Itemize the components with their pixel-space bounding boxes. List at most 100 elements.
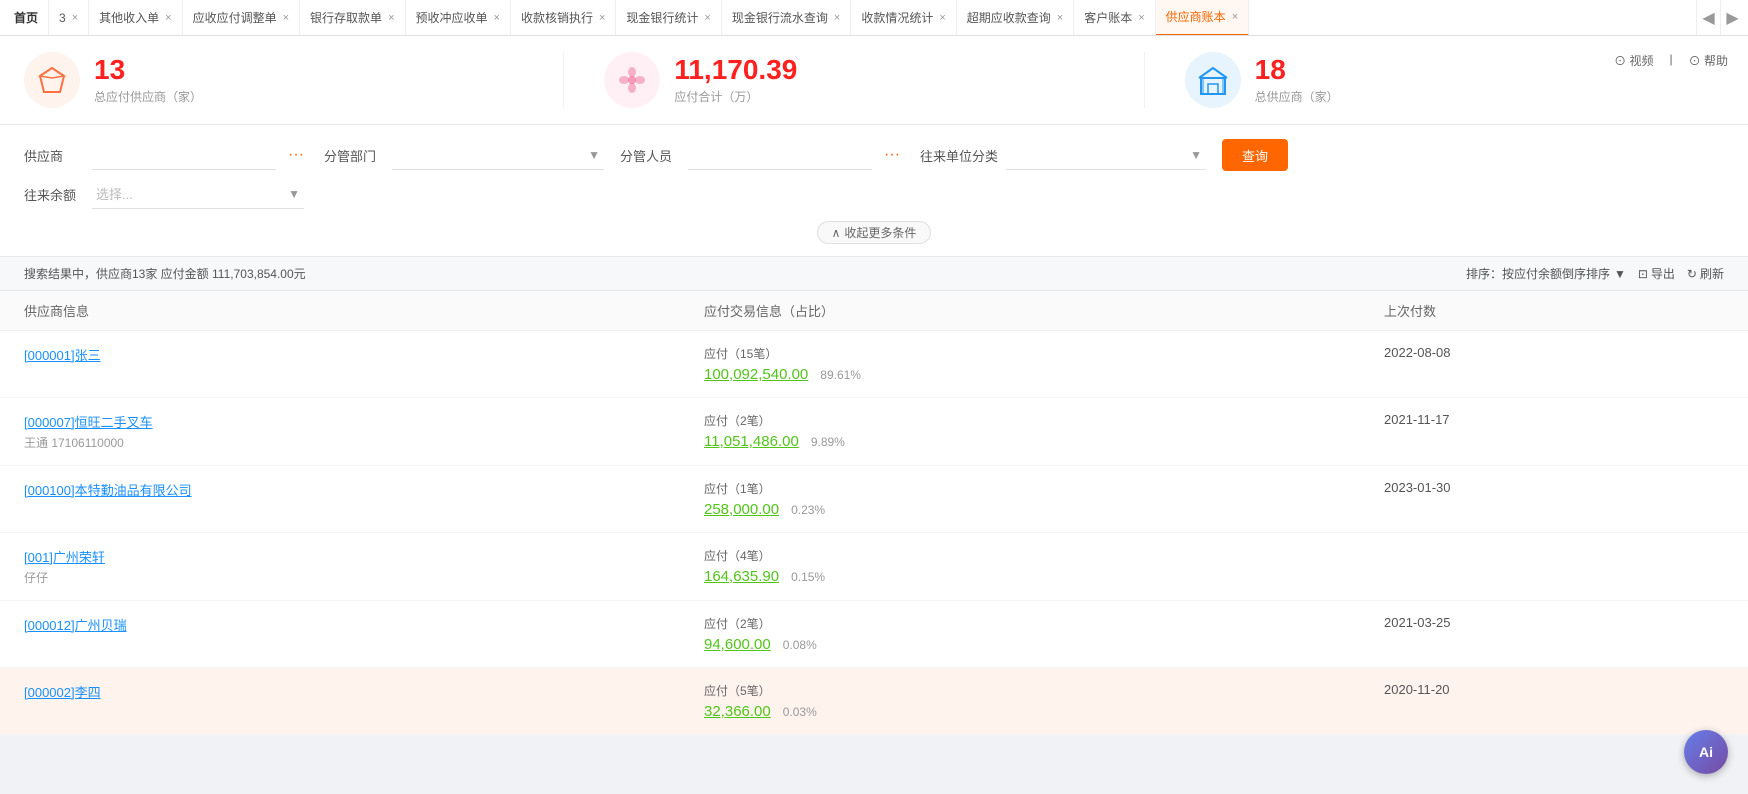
nav-tab-3[interactable]: 3 ×	[49, 0, 89, 36]
nav-tab-other-income[interactable]: 其他收入单 ×	[89, 0, 182, 36]
balance-select[interactable]: 选择... ▼	[92, 179, 304, 209]
sort-select[interactable]: 排序：按应付余额倒序排序 ▼	[1466, 265, 1626, 282]
export-button[interactable]: ⊡ 导出	[1638, 265, 1675, 282]
supplier-input[interactable]	[92, 140, 276, 170]
nav-tab-customer-ledger[interactable]: 客户账本 ×	[1074, 0, 1155, 36]
nav-tab-overdue[interactable]: 超期应收款查询 ×	[957, 0, 1074, 36]
query-button[interactable]: 查询	[1222, 139, 1288, 171]
nav-tab-prepay[interactable]: 预收冲应收单 ×	[406, 0, 511, 36]
tx-amount-1[interactable]: 11,051,486.00	[704, 433, 799, 450]
close-tab-customer-ledger[interactable]: ×	[1138, 12, 1144, 24]
close-tab-other-income[interactable]: ×	[165, 12, 171, 24]
dept-select[interactable]: ▼	[392, 140, 604, 170]
filter-category: 往来单位分类 ▼	[920, 140, 1206, 170]
nav-tab-bank[interactable]: 银行存取款单 ×	[300, 0, 405, 36]
supplier-name-3[interactable]: [001]广州荣轩	[24, 547, 704, 566]
tx-label-0: 应付（15笔）	[704, 345, 1384, 362]
nav-arrow-left[interactable]: ◀	[1696, 0, 1720, 36]
nav-tab-cash-bank-stat[interactable]: 现金银行统计 ×	[616, 0, 721, 36]
stat-label-suppliers: 总应付供应商（家）	[94, 88, 202, 105]
help-icon: ⊙	[1689, 54, 1701, 68]
category-chevron-icon: ▼	[1190, 148, 1202, 162]
nav-tab-receipt[interactable]: 收款核销执行 ×	[511, 0, 616, 36]
tx-amount-3[interactable]: 164,635.90	[704, 568, 779, 585]
dept-label: 分管部门	[324, 146, 384, 165]
stat-value-suppliers: 13	[94, 56, 202, 84]
close-tab-overdue[interactable]: ×	[1057, 12, 1063, 24]
nav-tab-home[interactable]: 首页	[4, 0, 49, 36]
dept-chevron-icon: ▼	[588, 148, 600, 162]
tx-amount-5[interactable]: 32,366.00	[704, 703, 771, 720]
table-container: 供应商信息 应付交易信息（占比） 上次付数 [000001]张三 应付（15笔）…	[0, 291, 1748, 735]
nav-tab-ar-ap[interactable]: 应收应付调整单 ×	[183, 0, 300, 36]
supplier-name-0[interactable]: [000001]张三	[24, 345, 704, 364]
close-tab-receipt[interactable]: ×	[599, 12, 605, 24]
stat-icon-diamond	[24, 52, 80, 108]
close-tab-prepay[interactable]: ×	[494, 12, 500, 24]
tx-percent-1: 9.89%	[811, 435, 845, 449]
tx-info-2: 应付（1笔） 258,000.00 0.23%	[704, 480, 1384, 518]
close-tab-cash-bank-stat[interactable]: ×	[704, 12, 710, 24]
tx-amount-0[interactable]: 100,092,540.00	[704, 366, 808, 383]
person-label: 分管人员	[620, 146, 680, 165]
collapse-icon: ∧	[832, 226, 841, 240]
supplier-name-5[interactable]: [000002]李四	[24, 682, 704, 701]
tx-label-3: 应付（4笔）	[704, 547, 1384, 564]
tx-amount-2[interactable]: 258,000.00	[704, 501, 779, 518]
last-pay-4: 2021-03-25	[1384, 615, 1724, 630]
supplier-name-4[interactable]: [000012]广州贝瑞	[24, 615, 704, 634]
help-link[interactable]: ⊙ 帮助	[1689, 52, 1728, 69]
export-icon: ⊡	[1638, 267, 1648, 281]
col-supplier-header: 供应商信息	[24, 301, 704, 320]
nav-tab-cash-flow[interactable]: 现金银行流水查询 ×	[722, 0, 851, 36]
tx-percent-4: 0.08%	[783, 638, 817, 652]
stat-block-total: 11,170.39 应付合计（万）	[564, 52, 1144, 108]
supplier-name-1[interactable]: [000007]恒旺二手叉车	[24, 412, 704, 431]
tx-info-3: 应付（4笔） 164,635.90 0.15%	[704, 547, 1384, 585]
tx-amount-4[interactable]: 94,600.00	[704, 636, 771, 653]
person-input[interactable]	[688, 140, 872, 170]
close-tab-3[interactable]: ×	[72, 12, 78, 24]
supplier-sub-3: 仔仔	[24, 569, 704, 586]
stat-icon-flower	[604, 52, 660, 108]
tx-info-4: 应付（2笔） 94,600.00 0.08%	[704, 615, 1384, 653]
supplier-dots[interactable]: ···	[284, 146, 308, 164]
balance-label: 往来余额	[24, 185, 84, 204]
filter-row-2: 往来余额 选择... ▼	[24, 179, 1724, 209]
supplier-info-3: [001]广州荣轩 仔仔	[24, 547, 704, 586]
nav-tab-receipt-stat[interactable]: 收款情况统计 ×	[851, 0, 956, 36]
filter-dept: 分管部门 ▼	[324, 140, 604, 170]
stat-block-suppliers: 13 总应付供应商（家）	[24, 52, 564, 108]
close-tab-supplier-ledger[interactable]: ×	[1232, 11, 1238, 23]
refresh-button[interactable]: ↻ 刷新	[1687, 265, 1724, 282]
tx-percent-2: 0.23%	[791, 503, 825, 517]
supplier-info-2: [000100]本特勤油品有限公司	[24, 480, 704, 499]
tx-label-1: 应付（2笔）	[704, 412, 1384, 429]
stat-text-all-suppliers: 18 总供应商（家）	[1255, 56, 1339, 105]
category-label: 往来单位分类	[920, 146, 998, 165]
nav-arrows: ◀ ▶	[1696, 0, 1744, 36]
video-link[interactable]: ⊙ 视频	[1614, 52, 1653, 69]
close-tab-bank[interactable]: ×	[388, 12, 394, 24]
close-tab-receipt-stat[interactable]: ×	[939, 12, 945, 24]
nav-tab-supplier-ledger[interactable]: 供应商账本 ×	[1156, 0, 1249, 36]
stat-text-suppliers: 13 总应付供应商（家）	[94, 56, 202, 105]
supplier-info-5: [000002]李四	[24, 682, 704, 701]
filter-balance: 往来余额 选择... ▼	[24, 179, 304, 209]
person-dots[interactable]: ···	[880, 146, 904, 164]
category-select[interactable]: ▼	[1006, 140, 1206, 170]
tx-info-1: 应付（2笔） 11,051,486.00 9.89%	[704, 412, 1384, 450]
close-tab-ar-ap[interactable]: ×	[283, 12, 289, 24]
header-links: ⊙ 视频 | ⊙ 帮助	[1614, 52, 1728, 69]
ai-badge[interactable]: Ai	[1684, 730, 1728, 774]
filter-area: 供应商 ··· 分管部门 ▼ 分管人员 ··· 往来单位分类 ▼ 查询 往来	[0, 125, 1748, 257]
col-lastpay-header: 上次付数	[1384, 301, 1724, 320]
supplier-name-2[interactable]: [000100]本特勤油品有限公司	[24, 480, 704, 499]
table-row: [000100]本特勤油品有限公司 应付（1笔） 258,000.00 0.23…	[0, 466, 1748, 533]
close-tab-cash-flow[interactable]: ×	[834, 12, 840, 24]
nav-arrow-right[interactable]: ▶	[1720, 0, 1744, 36]
table-row: [000002]李四 应付（5笔） 32,366.00 0.03% 2020-1…	[0, 668, 1748, 735]
header-stats: ⊙ 视频 | ⊙ 帮助 13 总应付供应商（家）	[0, 36, 1748, 125]
supplier-info-1: [000007]恒旺二手叉车 王通 17106110000	[24, 412, 704, 451]
collapse-button[interactable]: ∧ 收起更多条件	[817, 221, 932, 244]
